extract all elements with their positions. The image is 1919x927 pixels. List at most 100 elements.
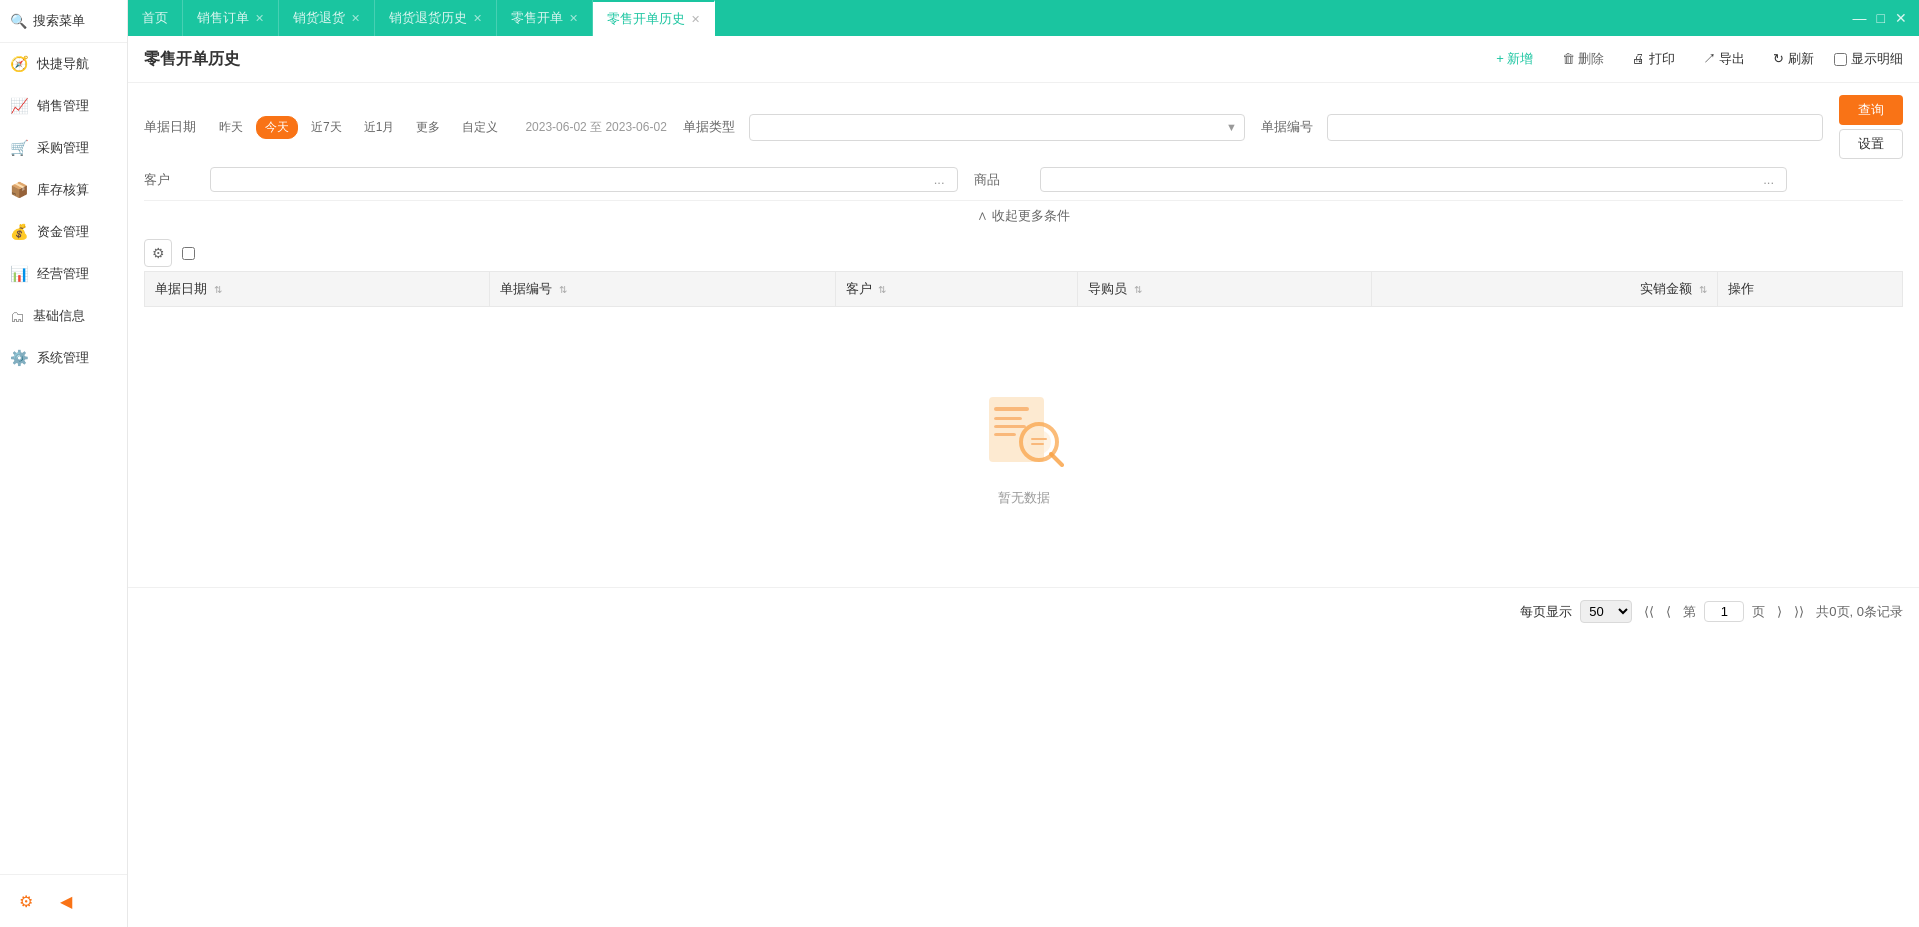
show-detail-input[interactable] <box>1834 53 1847 66</box>
svg-rect-2 <box>994 417 1022 420</box>
sidebar-item-sales-mgmt[interactable]: 📈 销售管理 <box>0 85 127 127</box>
sidebar-item-sys-mgmt[interactable]: ⚙️ 系统管理 <box>0 337 127 379</box>
tab-sales-order-label: 销售订单 <box>197 9 249 27</box>
settings-button[interactable]: ⚙ <box>10 885 42 917</box>
show-detail-checkbox[interactable]: 显示明细 <box>1834 50 1903 68</box>
customer-picker[interactable]: ... <box>930 172 949 187</box>
collapse-icon: ◀ <box>60 892 72 911</box>
select-all-checkbox[interactable] <box>182 247 195 260</box>
sidebar-item-inventory[interactable]: 📦 库存核算 <box>0 169 127 211</box>
collapse-more-label: ∧ 收起更多条件 <box>977 207 1070 225</box>
sidebar-item-label: 销售管理 <box>37 97 89 115</box>
date-btn-1month[interactable]: 近1月 <box>355 116 404 139</box>
delete-button[interactable]: 🗑 删除 <box>1554 46 1613 72</box>
sidebar-item-operation[interactable]: 📊 经营管理 <box>0 253 127 295</box>
empty-icon <box>974 387 1074 477</box>
sidebar-item-label: 资金管理 <box>37 223 89 241</box>
tab-retail-open-close[interactable]: ✕ <box>569 12 578 25</box>
tab-sales-return-history-label: 销货退货历史 <box>389 9 467 27</box>
print-button[interactable]: 🖨 打印 <box>1624 46 1683 72</box>
date-btn-custom[interactable]: 自定义 <box>453 116 507 139</box>
sort-customer-icon: ⇅ <box>878 284 886 295</box>
data-table: 单据日期 ⇅ 单据编号 ⇅ 客户 ⇅ 导购员 ⇅ <box>144 271 1903 307</box>
page-number-input[interactable] <box>1704 601 1744 622</box>
sidebar-item-base-info[interactable]: 🗂 基础信息 <box>0 295 127 337</box>
product-picker[interactable]: ... <box>1759 172 1778 187</box>
sidebar-item-purchase-mgmt[interactable]: 🛒 采购管理 <box>0 127 127 169</box>
per-page-select[interactable]: 50 10 20 100 <box>1580 600 1632 623</box>
bill-type-select[interactable] <box>749 114 1245 141</box>
page-suffix: 页 <box>1748 601 1769 623</box>
date-filter-buttons: 昨天 今天 近7天 近1月 更多 自定义 <box>210 116 507 139</box>
svg-line-7 <box>1051 454 1062 465</box>
tab-sales-return-close[interactable]: ✕ <box>351 12 360 25</box>
sidebar-item-label: 经营管理 <box>37 265 89 283</box>
window-close-button[interactable]: ✕ <box>1895 10 1907 26</box>
page-nav: ⟨⟨ ⟨ 第 页 ⟩ ⟩⟩ <box>1640 601 1808 623</box>
window-maximize-button[interactable]: □ <box>1877 10 1885 26</box>
tab-home[interactable]: 首页 <box>128 0 183 36</box>
date-btn-7days[interactable]: 近7天 <box>302 116 351 139</box>
sales-mgmt-icon: 📈 <box>10 97 29 115</box>
finance-icon: 💰 <box>10 223 29 241</box>
page-last-button[interactable]: ⟩⟩ <box>1790 602 1808 621</box>
sidebar-search-label: 搜索菜单 <box>33 12 85 30</box>
tab-retail-open[interactable]: 零售开单 ✕ <box>497 0 593 36</box>
bill-type-select-wrapper: ▼ <box>749 114 1245 141</box>
bill-type-label: 单据类型 <box>683 118 743 136</box>
product-input[interactable] <box>1049 172 1760 187</box>
customer-input[interactable] <box>219 172 930 187</box>
gear-icon: ⚙ <box>152 245 165 261</box>
sidebar-item-finance[interactable]: 💰 资金管理 <box>0 211 127 253</box>
page-header: 零售开单历史 + 新增 🗑 删除 🖨 打印 ↗ 导出 ↻ 刷新 显示明细 <box>128 36 1919 83</box>
sidebar-item-quick-nav[interactable]: 🧭 快捷导航 <box>0 43 127 85</box>
operation-icon: 📊 <box>10 265 29 283</box>
tabs-bar: 首页 销售订单 ✕ 销货退货 ✕ 销货退货历史 ✕ 零售开单 ✕ 零售开单历史 … <box>128 0 1919 36</box>
col-salesperson[interactable]: 导购员 ⇅ <box>1078 272 1372 307</box>
tabs-bar-end: — □ ✕ <box>1853 10 1919 26</box>
col-customer[interactable]: 客户 ⇅ <box>835 272 1078 307</box>
tab-sales-order[interactable]: 销售订单 ✕ <box>183 0 279 36</box>
page-content: 零售开单历史 + 新增 🗑 删除 🖨 打印 ↗ 导出 ↻ 刷新 显示明细 单据日… <box>128 36 1919 927</box>
tab-retail-open-history-close[interactable]: ✕ <box>691 13 700 26</box>
bill-no-input[interactable] <box>1327 114 1823 141</box>
date-btn-more[interactable]: 更多 <box>407 116 449 139</box>
date-btn-yesterday[interactable]: 昨天 <box>210 116 252 139</box>
toolbar: + 新增 🗑 删除 🖨 打印 ↗ 导出 ↻ 刷新 显示明细 <box>1488 46 1903 72</box>
main-area: 首页 销售订单 ✕ 销货退货 ✕ 销货退货历史 ✕ 零售开单 ✕ 零售开单历史 … <box>128 0 1919 927</box>
tab-sales-return[interactable]: 销货退货 ✕ <box>279 0 375 36</box>
svg-point-6 <box>1027 430 1051 454</box>
tab-home-label: 首页 <box>142 9 168 27</box>
page-next-button[interactable]: ⟩ <box>1773 602 1786 621</box>
page-first-button[interactable]: ⟨⟨ <box>1640 602 1658 621</box>
sidebar-search[interactable]: 🔍 搜索菜单 <box>0 0 127 43</box>
sidebar-item-label: 基础信息 <box>33 307 85 325</box>
page-prev-button[interactable]: ⟨ <box>1662 602 1675 621</box>
window-minimize-button[interactable]: — <box>1853 10 1867 26</box>
refresh-button[interactable]: ↻ 刷新 <box>1765 46 1822 72</box>
bill-no-label: 单据编号 <box>1261 118 1321 136</box>
sidebar-item-label: 库存核算 <box>37 181 89 199</box>
search-icon: 🔍 <box>10 13 27 29</box>
export-button[interactable]: ↗ 导出 <box>1695 46 1754 72</box>
collapse-more-button[interactable]: ∧ 收起更多条件 <box>144 200 1903 231</box>
inventory-icon: 📦 <box>10 181 29 199</box>
query-button[interactable]: 查询 <box>1839 95 1903 125</box>
tab-sales-return-history[interactable]: 销货退货历史 ✕ <box>375 0 497 36</box>
add-button[interactable]: + 新增 <box>1488 46 1541 72</box>
customer-label: 客户 <box>144 171 204 189</box>
date-btn-today[interactable]: 今天 <box>256 116 298 139</box>
tab-retail-open-history[interactable]: 零售开单历史 ✕ <box>593 0 715 36</box>
col-amount[interactable]: 实销金额 ⇅ <box>1372 272 1717 307</box>
table-settings-button[interactable]: ⚙ <box>144 239 172 267</box>
sidebar-item-label: 采购管理 <box>37 139 89 157</box>
setting-button[interactable]: 设置 <box>1839 129 1903 159</box>
tab-sales-return-history-close[interactable]: ✕ <box>473 12 482 25</box>
base-info-icon: 🗂 <box>10 308 25 325</box>
table-area: ⚙ 单据日期 ⇅ 单据编号 ⇅ <box>128 231 1919 587</box>
tab-sales-order-close[interactable]: ✕ <box>255 12 264 25</box>
collapse-sidebar-button[interactable]: ◀ <box>50 885 82 917</box>
svg-rect-4 <box>994 433 1016 436</box>
col-no[interactable]: 单据编号 ⇅ <box>490 272 835 307</box>
col-date[interactable]: 单据日期 ⇅ <box>145 272 490 307</box>
